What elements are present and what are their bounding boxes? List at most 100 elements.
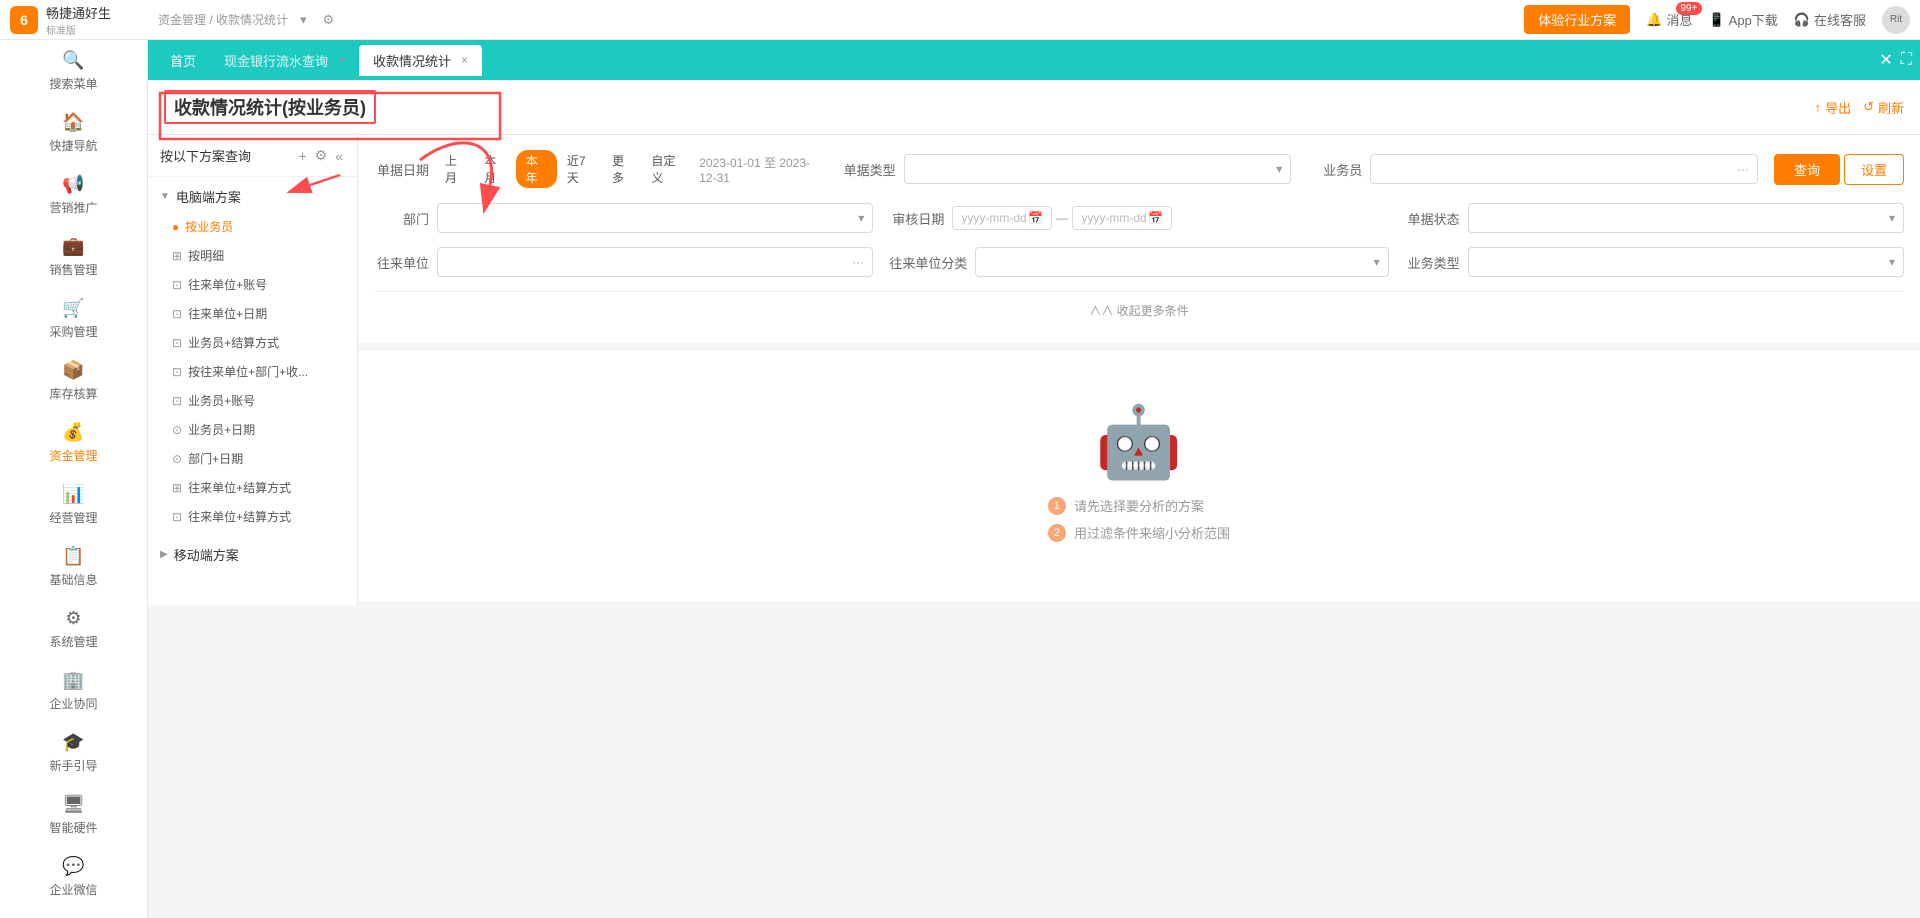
sidebar-item-enterprise[interactable]: 🏢 企业协同 — [0, 660, 147, 722]
settings-btn[interactable]: 设置 — [1844, 154, 1904, 185]
tab-home-label: 首页 — [170, 51, 196, 70]
dept-select[interactable]: ▾ — [437, 203, 873, 233]
scheme-item-partner-settle1[interactable]: ⊞ 往来单位+结算方式 — [148, 473, 357, 502]
scheme-item-salesperson-date[interactable]: ⊙ 业务员+日期 — [148, 415, 357, 444]
sidebar-item-business[interactable]: 📊 经营管理 — [0, 474, 147, 536]
calendar-icon-2: 📅 — [1148, 211, 1163, 225]
sidebar-item-label: 销售管理 — [49, 261, 97, 278]
messages-badge: 99+ — [1676, 2, 1703, 15]
tab-receipts-close[interactable]: × — [461, 53, 468, 67]
export-btn[interactable]: ↑ 导出 — [1815, 98, 1852, 117]
tip-text-1: 请先选择要分析的方案 — [1074, 496, 1204, 515]
sidebar-item-system[interactable]: ⚙ 系统管理 — [0, 598, 147, 660]
scheme-group-pc-header[interactable]: ▼ 电脑端方案 — [148, 181, 357, 212]
scheme-add-btn[interactable]: + — [296, 146, 308, 166]
tab-cashflow-close[interactable]: × — [338, 53, 345, 67]
partner-select[interactable]: ··· — [437, 247, 873, 277]
app-download-btn[interactable]: 📱 App下载 — [1708, 10, 1777, 29]
sidebar-item-hardware[interactable]: 🖥 智能硬件 — [0, 784, 147, 846]
doc-status-label: 单据状态 — [1405, 209, 1460, 228]
breadcrumb-dropdown[interactable]: ▾ — [296, 10, 311, 30]
home-icon: 🏠 — [62, 112, 84, 133]
date-tab-custom[interactable]: 自定义 — [643, 149, 691, 189]
partner-category-select[interactable]: ▾ — [975, 247, 1388, 277]
filter-row-partner: 往来单位 ··· 往来单位分类 ▾ — [374, 247, 1904, 277]
collapse-bar[interactable]: ∧∧ 收起更多条件 — [374, 291, 1904, 329]
scheme-item-partner-date[interactable]: ⊡ 往来单位+日期 — [148, 299, 357, 328]
scheme-item-dept-date[interactable]: ⊙ 部门+日期 — [148, 444, 357, 473]
salesperson-select[interactable]: ··· — [1370, 154, 1758, 184]
refresh-btn[interactable]: ↺ 刷新 — [1863, 98, 1904, 117]
purchase-icon: 🛒 — [62, 298, 84, 319]
arrow-down-icon: ▼ — [160, 191, 170, 202]
review-date-to[interactable]: yyyy-mm-dd 📅 — [1072, 206, 1172, 230]
scheme-item-salesperson-account[interactable]: ⊡ 业务员+账号 — [148, 386, 357, 415]
collapse-label: 收起更多条件 — [1117, 304, 1189, 318]
sidebar-item-sales[interactable]: 💼 销售管理 — [0, 226, 147, 288]
scheme-item-label: 业务员+结算方式 — [188, 334, 279, 351]
date-tab-lastmonth[interactable]: 上月 — [437, 149, 474, 189]
window-close-btn[interactable]: ✕ — [1879, 50, 1892, 70]
sidebar-item-purchase[interactable]: 🛒 采购管理 — [0, 288, 147, 350]
main-layout: 🔍 搜索菜单 🏠 快捷导航 📢 营销推广 💼 销售管理 🛒 采购管理 📦 库存核… — [0, 40, 1920, 918]
more-icon[interactable]: ··· — [852, 255, 864, 269]
tab-home[interactable]: 首页 — [156, 45, 210, 76]
biz-type-select[interactable]: ▾ — [1468, 247, 1904, 277]
scheme-group-mobile-header[interactable]: ▶ 移动端方案 — [148, 539, 357, 570]
sidebar-item-label: 营销推广 — [49, 199, 97, 216]
sidebar-item-quicknav[interactable]: 🏠 快捷导航 — [0, 102, 147, 164]
arrow-right-icon: ▶ — [160, 549, 168, 560]
sidebar-item-label: 系统管理 — [49, 633, 97, 650]
window-maximize-btn[interactable]: ⛶ — [1901, 50, 1912, 70]
filter-row-date: 单据日期 上月 本月 本年 近7天 更多 自定义 2023-01-01 至 20… — [374, 149, 1904, 189]
scheme-collapse-btn[interactable]: « — [333, 146, 345, 166]
sidebar-item-basic[interactable]: 📋 基础信息 — [0, 536, 147, 598]
sidebar-item-label: 资金管理 — [49, 447, 97, 464]
guide-icon: 🎓 — [62, 732, 84, 753]
online-service-btn[interactable]: 🎧 在线客服 — [1794, 10, 1866, 29]
scheme-item-salesperson-settle[interactable]: ⊡ 业务员+结算方式 — [148, 328, 357, 357]
sidebar-item-inventory[interactable]: 📦 库存核算 — [0, 350, 147, 412]
sidebar-item-label: 智能硬件 — [49, 819, 97, 836]
filter-group-date: 单据日期 上月 本月 本年 近7天 更多 自定义 2023-01-01 至 20… — [374, 149, 825, 189]
scheme-item-by-salesperson[interactable]: ● 按业务员 — [148, 212, 357, 241]
review-date-from[interactable]: yyyy-mm-dd 📅 — [952, 206, 1052, 230]
filter-group-review-date: 审核日期 yyyy-mm-dd 📅 — yyyy-mm-dd — [889, 206, 1388, 230]
scheme-item-label: 往来单位+账号 — [188, 276, 267, 293]
filter-group-dept: 部门 ▾ — [374, 203, 873, 233]
pc-group-label: 电脑端方案 — [176, 187, 241, 206]
sidebar-item-vip[interactable]: V 畅会员 — [0, 908, 147, 918]
sidebar-item-wechat[interactable]: 💬 企业微信 — [0, 846, 147, 908]
scheme-header-label: 按以下方案查询 — [160, 146, 292, 165]
sidebar-item-marketing[interactable]: 📢 营销推广 — [0, 164, 147, 226]
filter-btn-group: 查询 设置 — [1774, 154, 1904, 185]
date-tab-thisyear[interactable]: 本年 — [516, 150, 557, 188]
dept-label: 部门 — [374, 209, 429, 228]
date-tab-7days[interactable]: 近7天 — [559, 149, 602, 189]
filter-area: 单据日期 上月 本月 本年 近7天 更多 自定义 2023-01-01 至 20… — [358, 135, 1920, 343]
sidebar-item-guide[interactable]: 🎓 新手引导 — [0, 722, 147, 784]
tab-receipts[interactable]: 收款情况统计 × — [359, 45, 482, 76]
header-settings-icon[interactable]: ⚙ — [323, 12, 335, 28]
scheme-item-by-detail[interactable]: ⊞ 按明细 — [148, 241, 357, 270]
user-avatar[interactable]: Rit — [1882, 6, 1910, 34]
query-btn[interactable]: 查询 — [1774, 154, 1840, 185]
try-btn[interactable]: 体验行业方案 — [1524, 5, 1630, 34]
date-tab-thismonth[interactable]: 本月 — [476, 149, 513, 189]
messages-btn[interactable]: 🔔 消息 99+ — [1646, 10, 1692, 29]
wechat-icon: 💬 — [62, 856, 84, 877]
scheme-settings-btn[interactable]: ⚙ — [313, 145, 330, 166]
date-tab-more[interactable]: 更多 — [604, 149, 641, 189]
sidebar-item-finance[interactable]: 💰 资金管理 — [0, 412, 147, 474]
scheme-item-partner-dept[interactable]: ⊡ 按往来单位+部门+收... — [148, 357, 357, 386]
sidebar-item-search[interactable]: 🔍 搜索菜单 — [0, 40, 147, 102]
scheme-item-partner-account[interactable]: ⊡ 往来单位+账号 — [148, 270, 357, 299]
clock-icon: ⊙ — [172, 423, 182, 437]
tab-cashflow[interactable]: 现金银行流水查询 × — [210, 45, 359, 76]
scheme-item-partner-settle2[interactable]: ⊡ 往来单位+结算方式 — [148, 502, 357, 531]
service-icon: 🎧 — [1794, 12, 1810, 28]
scheme-item-label: 往来单位+日期 — [188, 305, 267, 322]
doc-status-select[interactable]: ▾ — [1468, 203, 1904, 233]
doctype-select[interactable]: ▾ — [904, 154, 1292, 184]
scheme-header: 按以下方案查询 + ⚙ « — [148, 135, 357, 177]
